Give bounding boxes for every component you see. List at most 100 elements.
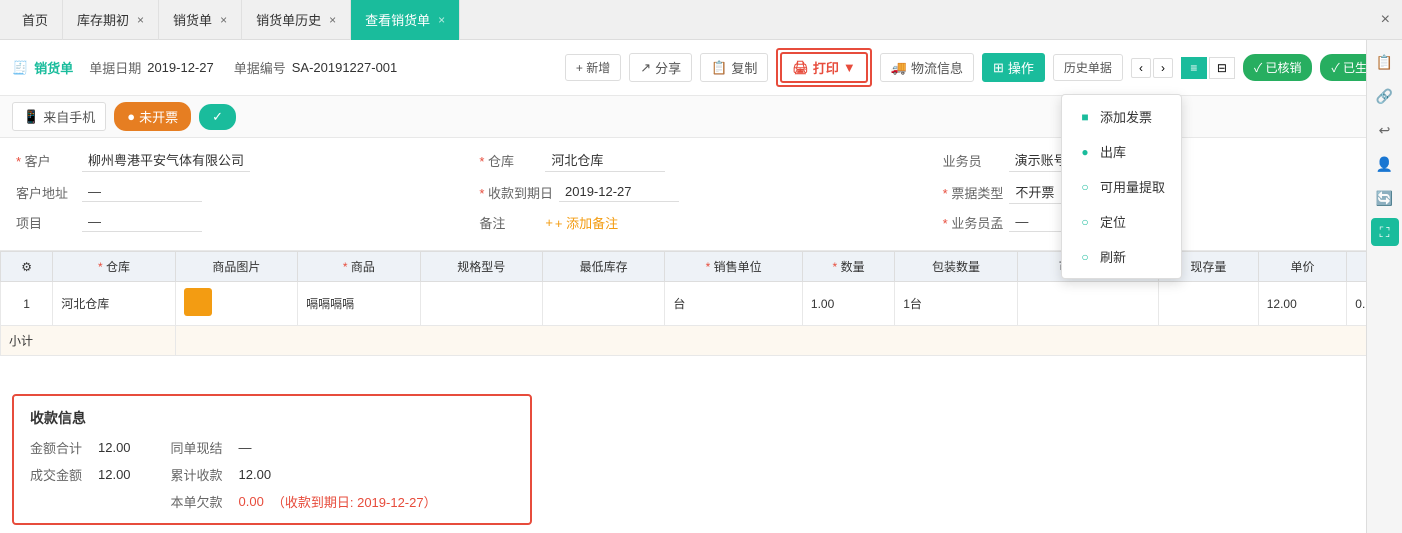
doc-title-text: 销货单 xyxy=(34,58,73,77)
check-button[interactable]: ✓ xyxy=(199,104,236,130)
menu-refresh[interactable]: ○ 刷新 xyxy=(1062,239,1181,274)
address-value: — xyxy=(82,182,202,202)
copy-button[interactable]: 📋 复制 xyxy=(700,53,768,82)
col-gear: ⚙ xyxy=(1,252,53,282)
payment-owed-extra: （收款到期日: 2019-12-27） xyxy=(272,492,437,511)
tab-inventory-close[interactable]: × xyxy=(137,13,144,27)
payment-deal-value: 12.00 xyxy=(98,467,131,482)
view-list-btn[interactable]: ≡ xyxy=(1181,57,1207,79)
window-close-button[interactable]: × xyxy=(1381,11,1390,29)
table-header-row: ⚙ 仓库 商品图片 商品 规格型号 最低库存 销售单位 数量 包装数量 可用量（… xyxy=(1,252,1402,282)
tab-sales-history-close[interactable]: × xyxy=(329,13,336,27)
print-button[interactable]: 🖨 打印 ▼ xyxy=(780,52,867,83)
tab-home-label: 首页 xyxy=(22,10,48,29)
tab-view-sales-close[interactable]: × xyxy=(438,13,445,27)
add-note-button[interactable]: + + 添加备注 xyxy=(545,213,618,232)
payment-deal-label: 成交金额 xyxy=(30,465,90,484)
not-opened-button[interactable]: ● 未开票 xyxy=(114,102,191,131)
logistics-label: 物流信息 xyxy=(911,58,963,77)
tab-sales-close[interactable]: × xyxy=(220,13,227,27)
right-sidebar: 📋 🔗 ↩ 👤 🔄 ⛶ xyxy=(1366,40,1402,533)
share-button[interactable]: ↗ 分享 xyxy=(629,53,692,82)
staff-label: 业务员 xyxy=(943,151,1003,170)
not-opened-label: 未开票 xyxy=(139,107,178,126)
add-invoice-label: 添加发票 xyxy=(1100,107,1152,126)
copy-label: 复制 xyxy=(731,58,757,77)
row-stock xyxy=(1158,282,1258,326)
tab-inventory[interactable]: 库存期初 × xyxy=(63,0,159,40)
row-spec xyxy=(420,282,542,326)
tab-sales-history[interactable]: 销货单历史 × xyxy=(242,0,351,40)
tab-sales-label: 销货单 xyxy=(173,10,212,29)
payment-total-label: 金额合计 xyxy=(30,438,90,457)
project-value: — xyxy=(82,212,202,232)
tab-bar: 首页 库存期初 × 销货单 × 销货单历史 × 查看销货单 × × xyxy=(0,0,1402,40)
payment-owed-label: 本单欠款 xyxy=(171,492,231,511)
sidebar-user-icon[interactable]: 👤 xyxy=(1371,150,1399,178)
truck-icon: 🚚 xyxy=(891,60,907,76)
payment-cumulative-label: 累计收款 xyxy=(171,465,231,484)
new-button[interactable]: + 新增 xyxy=(565,54,621,81)
sidebar-link-icon[interactable]: 🔗 xyxy=(1371,82,1399,110)
form-section: 客户 柳州粤港平安气体有限公司 仓库 河北仓库 业务员 演示账号 客户地址 — … xyxy=(0,138,1402,251)
project-field: 项目 — xyxy=(16,212,459,232)
sold-status-btn[interactable]: ✓ 已核销 xyxy=(1243,54,1313,81)
col-warehouse: 仓库 xyxy=(53,252,175,282)
menu-add-invoice[interactable]: ■ 添加发票 xyxy=(1062,99,1181,134)
doc-number-label: 单据编号 xyxy=(234,58,286,77)
doc-number-field: 单据编号 SA-20191227-001 xyxy=(234,58,398,77)
doc-number-value: SA-20191227-001 xyxy=(292,60,398,75)
circle-icon-2: ○ xyxy=(1078,180,1092,194)
square-icon: ■ xyxy=(1078,110,1092,124)
product-image xyxy=(184,288,212,316)
row-product: 嗝嗝嗝嗝 xyxy=(298,282,420,326)
sidebar-expand-icon[interactable]: ⛶ xyxy=(1371,218,1399,246)
tab-view-sales[interactable]: 查看销货单 × xyxy=(351,0,460,40)
sidebar-sync-icon[interactable]: 🔄 xyxy=(1371,184,1399,212)
operations-button[interactable]: ⊞ 操作 xyxy=(982,53,1045,82)
subtotal-row: 小计 xyxy=(1,326,1402,356)
warehouse-value: 河北仓库 xyxy=(545,148,665,172)
doc-meta: 单据日期 2019-12-27 单据编号 SA-20191227-001 xyxy=(89,58,397,77)
row-image xyxy=(175,282,297,326)
subtotal-values xyxy=(175,326,1401,356)
nav-prev[interactable]: ‹ xyxy=(1131,58,1151,78)
menu-locate[interactable]: ○ 定位 xyxy=(1062,204,1181,239)
table-row: 1 河北仓库 嗝嗝嗝嗝 台 1.00 1台 12.00 0. xyxy=(1,282,1402,326)
tab-sales[interactable]: 销货单 × xyxy=(159,0,242,40)
menu-available-pickup[interactable]: ○ 可用量提取 xyxy=(1062,169,1181,204)
payment-total-value: 12.00 xyxy=(98,440,131,455)
from-phone-button[interactable]: 📱 来自手机 xyxy=(12,102,106,131)
doc-icon: 🧾 xyxy=(12,60,28,76)
tab-home[interactable]: 首页 xyxy=(8,0,63,40)
col-image: 商品图片 xyxy=(175,252,297,282)
payment-owed-value: 0.00 xyxy=(239,494,264,509)
payment-same-value: — xyxy=(239,440,252,455)
nav-arrows: ‹ › xyxy=(1131,58,1173,78)
data-table-wrap: ⚙ 仓库 商品图片 商品 规格型号 最低库存 销售单位 数量 包装数量 可用量（… xyxy=(0,251,1402,386)
tab-view-sales-label: 查看销货单 xyxy=(365,10,430,29)
sidebar-doc-icon[interactable]: 📋 xyxy=(1371,48,1399,76)
history-button[interactable]: 历史单据 xyxy=(1053,54,1123,81)
from-phone-label: 来自手机 xyxy=(43,107,95,126)
grid-icon: ⊞ xyxy=(993,60,1004,76)
sidebar-return-icon[interactable]: ↩ xyxy=(1371,116,1399,144)
payment-cumulative-value: 12.00 xyxy=(239,467,272,482)
plus-icon: + xyxy=(545,215,553,230)
payment-owed-item: 本单欠款 0.00 （收款到期日: 2019-12-27） xyxy=(171,492,437,511)
copy-icon: 📋 xyxy=(711,60,727,76)
col-price: 单价 xyxy=(1258,252,1347,282)
logistics-button[interactable]: 🚚 物流信息 xyxy=(880,53,974,82)
menu-out-warehouse[interactable]: ● 出库 xyxy=(1062,134,1181,169)
customer-value: 柳州粤港平安气体有限公司 xyxy=(82,148,250,172)
share-label: 分享 xyxy=(655,58,681,77)
staff2-label: 业务员孟 xyxy=(943,213,1004,232)
row-price: 12.00 xyxy=(1258,282,1347,326)
view-grid-btn[interactable]: ⊟ xyxy=(1209,57,1235,79)
toolbar: + 新增 ↗ 分享 📋 复制 🖨 打印 ▼ 🚚 物流信息 ⊞ xyxy=(565,48,1390,87)
row-min-stock xyxy=(542,282,664,326)
available-pickup-label: 可用量提取 xyxy=(1100,177,1165,196)
print-label: 打印 xyxy=(813,58,839,77)
col-product: 商品 xyxy=(298,252,420,282)
nav-next[interactable]: › xyxy=(1153,58,1173,78)
